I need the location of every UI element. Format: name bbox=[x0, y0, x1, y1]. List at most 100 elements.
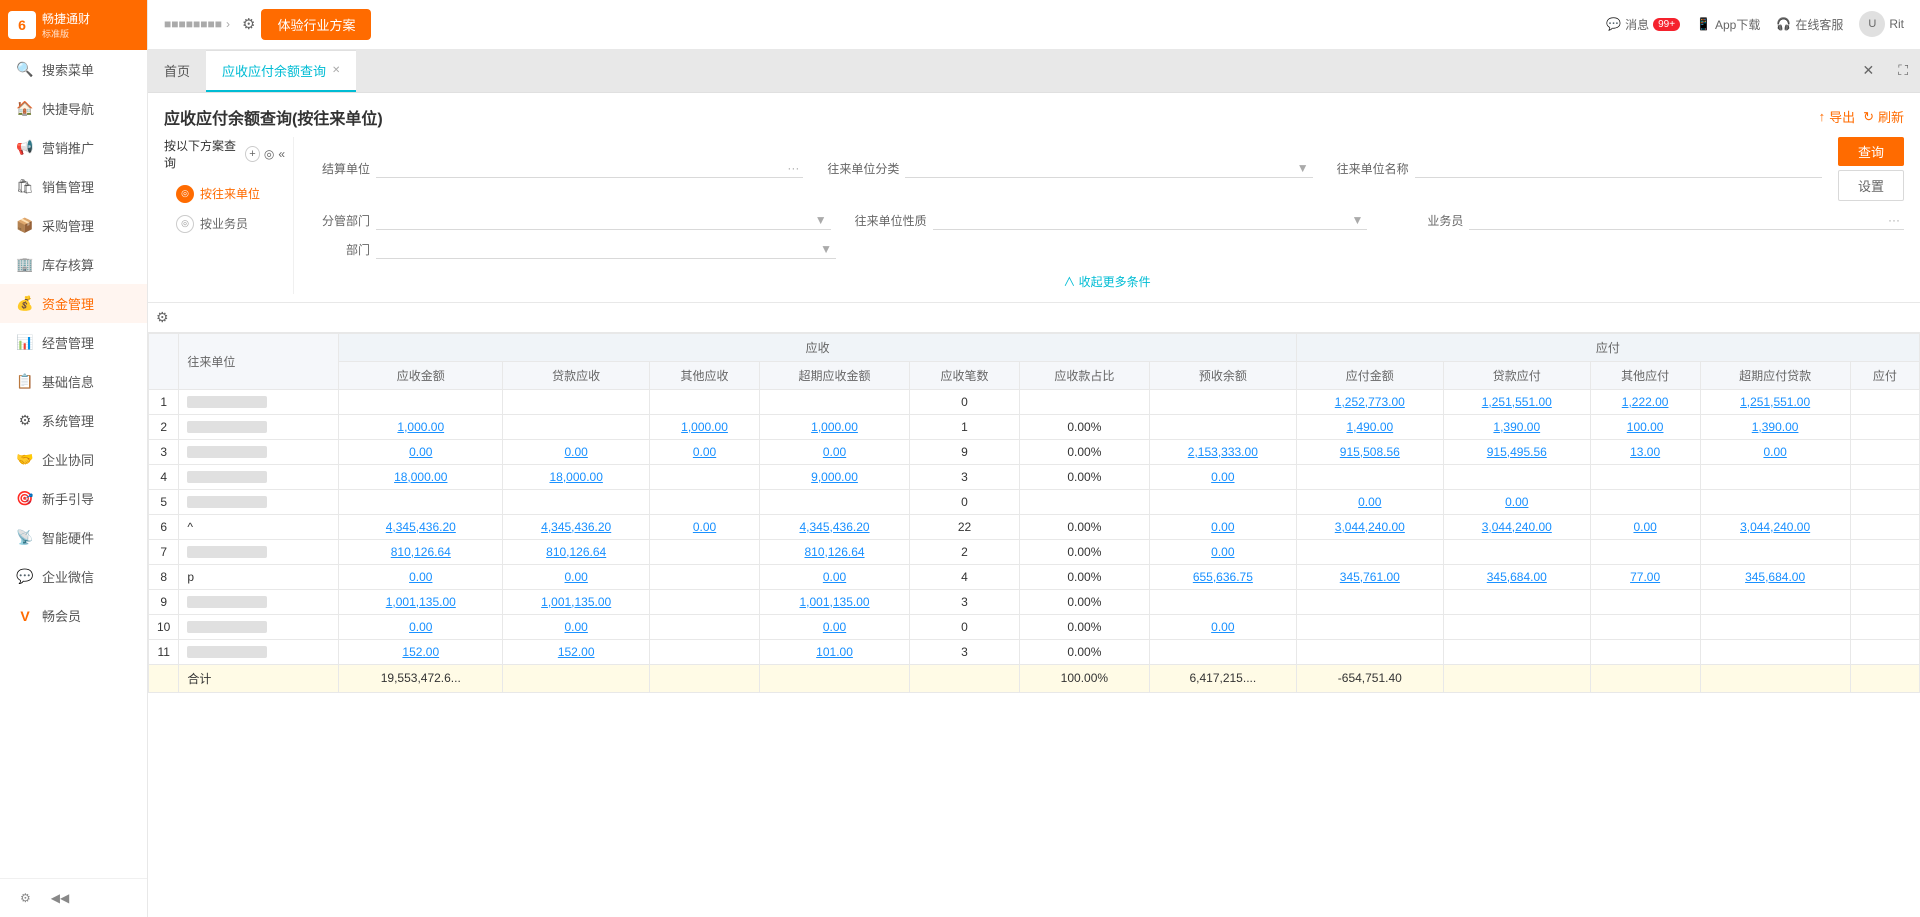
tab-arquery[interactable]: 应收应付余额查询 ✕ bbox=[206, 50, 356, 92]
sidebar-item-member[interactable]: V畅会员 bbox=[0, 596, 147, 635]
cell-link[interactable]: 1,001,135.00 bbox=[386, 595, 456, 609]
cell-link[interactable]: 4,345,436.20 bbox=[541, 520, 611, 534]
sidebar-item-basic[interactable]: 📋基础信息 bbox=[0, 362, 147, 401]
cell-link[interactable]: 0.00 bbox=[823, 620, 846, 634]
dept-mgr-select[interactable]: ▼ bbox=[376, 211, 831, 230]
cell-link[interactable]: 915,508.56 bbox=[1340, 445, 1400, 459]
cell-link[interactable]: 1,490.00 bbox=[1346, 420, 1393, 434]
cell-link[interactable]: 655,636.75 bbox=[1193, 570, 1253, 584]
cell-link[interactable]: 0.00 bbox=[565, 445, 588, 459]
cell-link[interactable]: 0.00 bbox=[1505, 495, 1528, 509]
cell-link[interactable]: 0.00 bbox=[409, 620, 432, 634]
cell-link[interactable]: 345,684.00 bbox=[1745, 570, 1805, 584]
export-btn[interactable]: ↑ 导出 bbox=[1819, 107, 1856, 126]
cell-link[interactable]: 1,251,551.00 bbox=[1740, 395, 1810, 409]
cell-link[interactable]: 810,126.64 bbox=[546, 545, 606, 559]
sidebar-item-guide[interactable]: 🎯新手引导 bbox=[0, 479, 147, 518]
partner-category-select[interactable]: ▼ bbox=[905, 159, 1312, 178]
online-service-btn[interactable]: 🎧 在线客服 bbox=[1776, 16, 1843, 33]
cell-link[interactable]: 915,495.56 bbox=[1487, 445, 1547, 459]
tab-close-btn[interactable]: ✕ bbox=[332, 65, 340, 76]
cell-link[interactable]: 1,001,135.00 bbox=[799, 595, 869, 609]
sidebar-item-finance[interactable]: 💰资金管理 bbox=[0, 284, 147, 323]
cell-link[interactable]: 1,390.00 bbox=[1752, 420, 1799, 434]
cell-link[interactable]: 810,126.64 bbox=[804, 545, 864, 559]
cell-link[interactable]: 3,044,240.00 bbox=[1482, 520, 1552, 534]
settle-unit-input[interactable]: ··· bbox=[376, 159, 803, 178]
sidebar-item-wechat[interactable]: 💬企业微信 bbox=[0, 557, 147, 596]
sidebar-item-hardware[interactable]: 📡智能硬件 bbox=[0, 518, 147, 557]
cell-link[interactable]: 13.00 bbox=[1630, 445, 1660, 459]
cell-link[interactable]: 0.00 bbox=[1211, 470, 1234, 484]
data-table-container[interactable]: 往来单位 应收 应付 应收金额 贷款应收 其他应收 超期应收金额 应收笔数 应收… bbox=[148, 333, 1920, 693]
cell-link[interactable]: 345,761.00 bbox=[1340, 570, 1400, 584]
cell-link[interactable]: 0.00 bbox=[693, 520, 716, 534]
cell-link[interactable]: 0.00 bbox=[1633, 520, 1656, 534]
cell-link[interactable]: 1,390.00 bbox=[1493, 420, 1540, 434]
sidebar-item-business[interactable]: 📊经营管理 bbox=[0, 323, 147, 362]
cell-link[interactable]: 152.00 bbox=[558, 645, 595, 659]
sidebar-item-search[interactable]: 🔍搜索菜单 bbox=[0, 50, 147, 89]
sidebar-item-marketing[interactable]: 📢营销推广 bbox=[0, 128, 147, 167]
sidebar-item-purchase[interactable]: 📦采购管理 bbox=[0, 206, 147, 245]
cell-link[interactable]: 0.00 bbox=[565, 620, 588, 634]
sidebar-item-inventory[interactable]: 🏢库存核算 bbox=[0, 245, 147, 284]
salesperson-input[interactable]: ··· bbox=[1469, 211, 1904, 230]
cell-link[interactable]: 0.00 bbox=[409, 570, 432, 584]
cell-link[interactable]: 100.00 bbox=[1627, 420, 1664, 434]
cell-link[interactable]: 0.00 bbox=[1763, 445, 1786, 459]
cell-link[interactable]: 810,126.64 bbox=[391, 545, 451, 559]
cell-link[interactable]: 2,153,333.00 bbox=[1188, 445, 1258, 459]
cell-link[interactable]: 4,345,436.20 bbox=[386, 520, 456, 534]
collapse-scheme-btn[interactable]: « bbox=[278, 147, 285, 161]
cell-link[interactable]: 0.00 bbox=[409, 445, 432, 459]
cell-link[interactable]: 1,000.00 bbox=[397, 420, 444, 434]
user-avatar[interactable]: U Rit bbox=[1859, 11, 1904, 37]
sidebar-item-sales[interactable]: 🛍销售管理 bbox=[0, 167, 147, 206]
cell-link[interactable]: 0.00 bbox=[823, 445, 846, 459]
app-download-btn[interactable]: 📱 App下载 bbox=[1696, 16, 1760, 33]
dept-select[interactable]: ▼ bbox=[376, 240, 836, 259]
gear-icon[interactable]: ⚙ bbox=[242, 15, 255, 33]
messages-btn[interactable]: 💬 消息 99+ bbox=[1606, 16, 1680, 33]
partner-name-input[interactable] bbox=[1415, 159, 1822, 178]
scheme-item-salesperson[interactable]: ◎ 按业务员 bbox=[164, 209, 285, 239]
settings-scheme-btn[interactable]: ◎ bbox=[264, 147, 274, 161]
cell-link[interactable]: 1,001,135.00 bbox=[541, 595, 611, 609]
cell-link[interactable]: 3,044,240.00 bbox=[1335, 520, 1405, 534]
cell-link[interactable]: 1,000.00 bbox=[681, 420, 728, 434]
partner-nature-select[interactable]: ▼ bbox=[933, 211, 1368, 230]
cell-link[interactable]: 152.00 bbox=[402, 645, 439, 659]
table-settings-icon[interactable]: ⚙ bbox=[156, 309, 169, 326]
scheme-item-partner[interactable]: ◎ 按往来单位 bbox=[164, 179, 285, 209]
cell-link[interactable]: 0.00 bbox=[823, 570, 846, 584]
add-scheme-btn[interactable]: + bbox=[245, 146, 260, 162]
cell-link[interactable]: 0.00 bbox=[565, 570, 588, 584]
cell-link[interactable]: 0.00 bbox=[1358, 495, 1381, 509]
cell-link[interactable]: 101.00 bbox=[816, 645, 853, 659]
cell-link[interactable]: 345,684.00 bbox=[1487, 570, 1547, 584]
cell-link[interactable]: 0.00 bbox=[1211, 620, 1234, 634]
cell-link[interactable]: 77.00 bbox=[1630, 570, 1660, 584]
cell-link[interactable]: 1,222.00 bbox=[1622, 395, 1669, 409]
tab-expand-btn[interactable]: ⛶ bbox=[1886, 54, 1920, 87]
cell-link[interactable]: 1,252,773.00 bbox=[1335, 395, 1405, 409]
cell-link[interactable]: 3,044,240.00 bbox=[1740, 520, 1810, 534]
sidebar-item-system[interactable]: ⚙系统管理 bbox=[0, 401, 147, 440]
collapse-btn[interactable]: ∧ 收起更多条件 bbox=[310, 269, 1904, 294]
sidebar-collapse-btn[interactable]: ◀◀ bbox=[43, 887, 77, 909]
cell-link[interactable]: 1,251,551.00 bbox=[1482, 395, 1552, 409]
sidebar-item-quicknav[interactable]: 🏠快捷导航 bbox=[0, 89, 147, 128]
sidebar-item-corp[interactable]: 🤝企业协同 bbox=[0, 440, 147, 479]
cell-link[interactable]: 4,345,436.20 bbox=[799, 520, 869, 534]
cell-link[interactable]: 0.00 bbox=[1211, 520, 1234, 534]
solution-btn[interactable]: 体验行业方案 bbox=[261, 9, 371, 40]
refresh-btn[interactable]: ↻ 刷新 bbox=[1863, 107, 1904, 126]
cell-link[interactable]: 18,000.00 bbox=[549, 470, 602, 484]
sidebar-settings-btn[interactable]: ⚙ bbox=[12, 887, 39, 909]
query-btn[interactable]: 查询 bbox=[1838, 137, 1904, 166]
cell-link[interactable]: 18,000.00 bbox=[394, 470, 447, 484]
tab-close-window-btn[interactable]: ✕ bbox=[1850, 54, 1886, 87]
tab-home[interactable]: 首页 bbox=[148, 51, 206, 90]
cell-link[interactable]: 1,000.00 bbox=[811, 420, 858, 434]
